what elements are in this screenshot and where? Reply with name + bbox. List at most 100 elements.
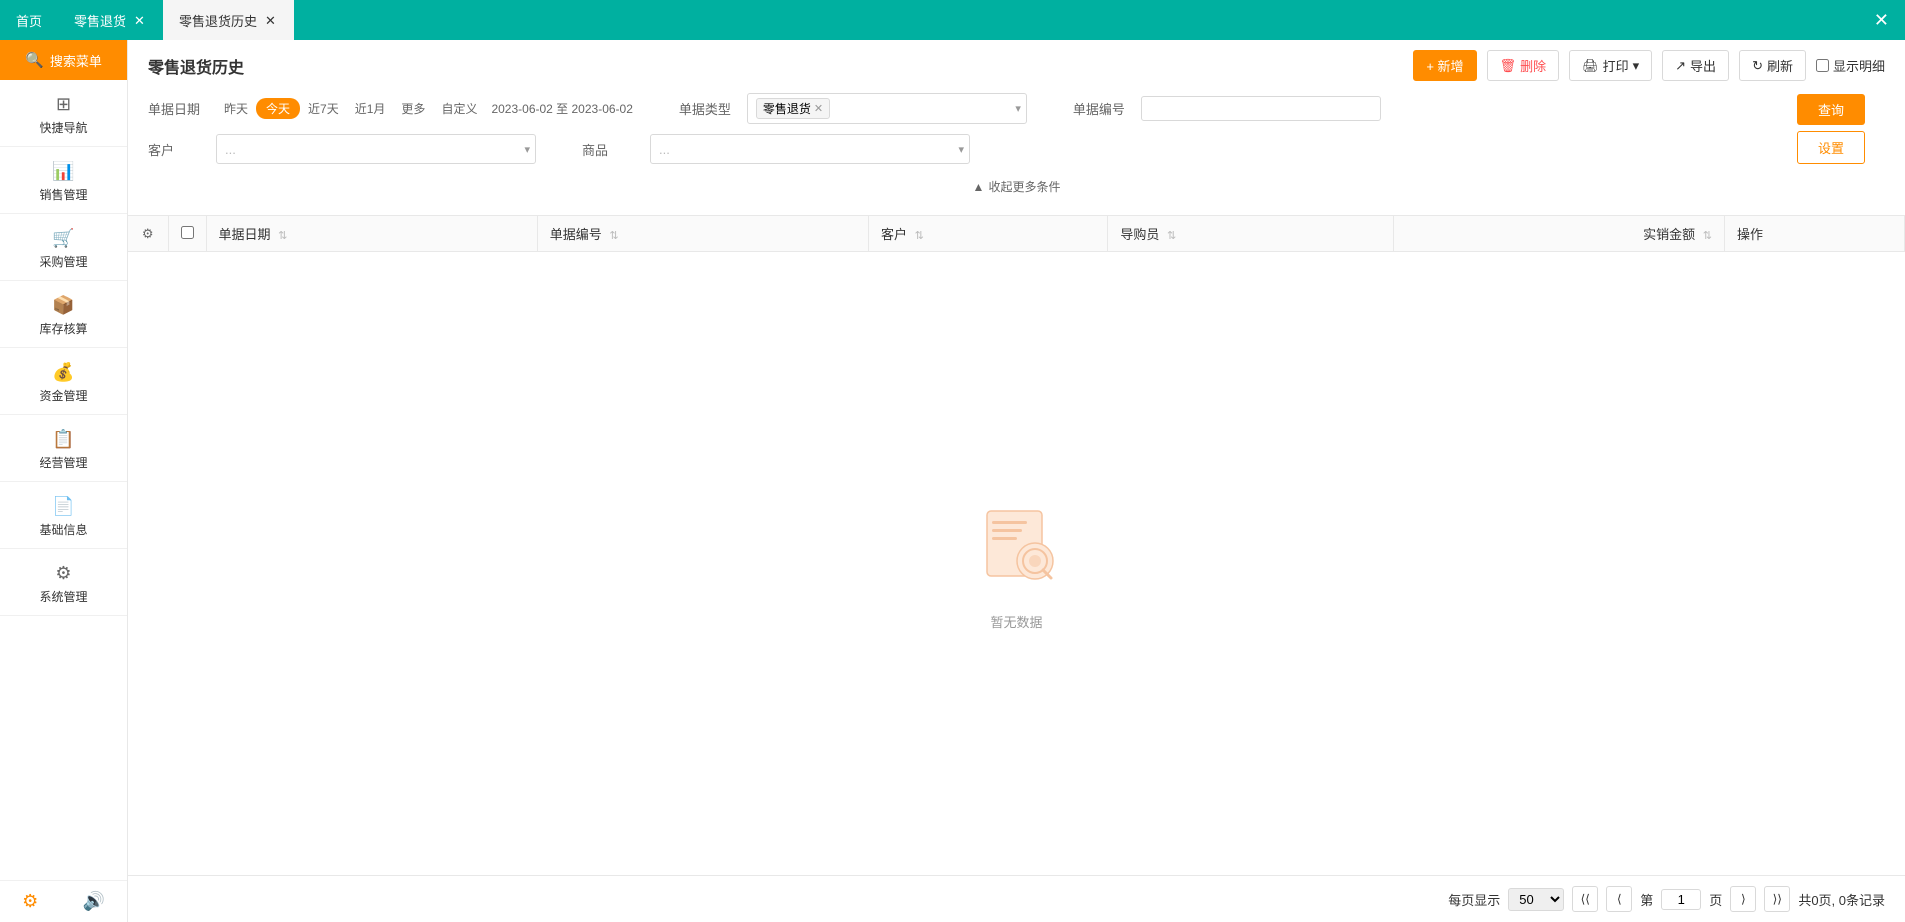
tab-retail-return-history-close[interactable]: ✕: [263, 14, 278, 27]
basic-info-icon: 📄: [52, 496, 74, 517]
sidebar-item-sys-mgmt[interactable]: ⚙ 系统管理: [0, 549, 127, 616]
print-button[interactable]: 🖨 打印 ▾: [1569, 50, 1652, 81]
date-btn-7days[interactable]: 近7天: [300, 98, 347, 119]
sort-amount-icon[interactable]: ⇅: [1703, 230, 1712, 242]
type-label: 单据类型: [679, 99, 739, 118]
th-date: 单据日期 ⇅: [206, 216, 537, 252]
sidebar-item-ops[interactable]: 📋 经营管理: [0, 415, 127, 482]
volume-btn[interactable]: 🔊: [82, 891, 104, 912]
sys-icon: ⚙: [55, 563, 71, 584]
sidebar-item-sales-mgmt[interactable]: 📊 销售管理: [0, 147, 127, 214]
content-area: 零售退货历史 + 新增 🗑 删除 🖨 打印 ▾ ↗: [128, 40, 1905, 922]
date-btn-today[interactable]: 今天: [256, 98, 300, 119]
empty-icon: [967, 496, 1067, 596]
date-range-display: 2023-06-02 至 2023-06-02: [491, 100, 632, 117]
tab-retail-return-label: 零售退货: [74, 11, 126, 30]
pagination-bar: 每页显示 50 20 100 ⟨⟨ ⟨ 第 页 ⟩ ⟩⟩ 共0页, 0条记录: [128, 875, 1905, 922]
page-input[interactable]: [1661, 889, 1701, 910]
next-page-btn[interactable]: ⟩: [1730, 886, 1756, 912]
filter-row-1: 单据日期 昨天 今天 近7天 近1月 更多 自定义 2023-06-02 至 2…: [148, 93, 1885, 124]
settings-bottom-btn[interactable]: ⚙: [22, 891, 38, 912]
delete-button[interactable]: 🗑 删除: [1487, 50, 1560, 81]
sidebar-item-ops-label: 经营管理: [39, 454, 87, 471]
sidebar-item-basic-info[interactable]: 📄 基础信息: [0, 482, 127, 549]
number-label: 单据编号: [1073, 99, 1133, 118]
date-filter: 昨天 今天 近7天 近1月 更多 自定义 2023-06-02 至 2023-0…: [216, 98, 633, 119]
query-button[interactable]: 查询: [1797, 94, 1865, 125]
main-layout: 🔍 搜索菜单 ⊞ 快捷导航 📊 销售管理 🛒 采购管理 📦 库存核算 💰 资金管…: [0, 40, 1905, 922]
date-btn-custom[interactable]: 自定义: [433, 98, 485, 119]
tab-retail-return-history[interactable]: 零售退货历史 ✕: [163, 0, 294, 40]
sales-icon: 📊: [52, 161, 74, 182]
page-header: 零售退货历史 + 新增 🗑 删除 🖨 打印 ▾ ↗: [128, 40, 1905, 216]
customer-label: 客户: [148, 140, 208, 159]
total-label: 共0页, 0条记录: [1798, 890, 1885, 909]
refresh-button[interactable]: ↻ 刷新: [1739, 50, 1806, 81]
type-tag-close[interactable]: ✕: [814, 102, 823, 115]
show-detail-toggle[interactable]: 显示明细: [1816, 56, 1885, 75]
tab-retail-return-close[interactable]: ✕: [132, 14, 147, 27]
table-settings-icon[interactable]: ⚙: [142, 226, 154, 241]
sidebar-bottom: ⚙ 🔊: [0, 880, 127, 922]
sort-number-icon[interactable]: ⇅: [609, 230, 618, 242]
empty-state: 暂无数据: [128, 252, 1905, 875]
sidebar-item-purchase-mgmt[interactable]: 🛒 采购管理: [0, 214, 127, 281]
page-header-inner: 零售退货历史 + 新增 🗑 删除 🖨 打印 ▾ ↗: [148, 50, 1885, 215]
data-table: ⚙ 单据日期 ⇅ 单据编号 ⇅: [128, 216, 1905, 252]
purchase-icon: 🛒: [52, 228, 74, 249]
goods-select[interactable]: ...: [650, 134, 970, 164]
sidebar-item-sys-label: 系统管理: [39, 588, 87, 605]
sidebar-item-finance[interactable]: 💰 资金管理: [0, 348, 127, 415]
finance-icon: 💰: [52, 362, 74, 383]
customer-select[interactable]: ...: [216, 134, 536, 164]
settings-button[interactable]: 设置: [1797, 131, 1865, 164]
type-tag: 零售退货 ✕: [756, 98, 830, 119]
tab-list: 首页 零售退货 ✕ 零售退货历史 ✕: [0, 0, 1858, 40]
window-close-btn[interactable]: ✕: [1858, 10, 1905, 31]
tab-retail-return[interactable]: 零售退货 ✕: [58, 0, 163, 40]
last-page-btn[interactable]: ⟩⟩: [1764, 886, 1790, 912]
export-button[interactable]: ↗ 导出: [1662, 50, 1729, 81]
sort-customer-icon[interactable]: ⇅: [915, 230, 924, 242]
customer-select-wrapper: ... ▾: [216, 134, 536, 164]
collapse-icon: ▲: [973, 180, 985, 194]
sidebar: 🔍 搜索菜单 ⊞ 快捷导航 📊 销售管理 🛒 采购管理 📦 库存核算 💰 资金管…: [0, 40, 128, 922]
prev-page-btn[interactable]: ⟨: [1606, 886, 1632, 912]
date-btn-1month[interactable]: 近1月: [347, 98, 394, 119]
print-icon: 🖨: [1582, 58, 1599, 74]
show-detail-checkbox[interactable]: [1816, 59, 1829, 72]
table-header: ⚙ 单据日期 ⇅ 单据编号 ⇅: [128, 216, 1905, 252]
first-page-btn[interactable]: ⟨⟨: [1572, 886, 1598, 912]
sidebar-item-quick-nav-label: 快捷导航: [39, 119, 87, 136]
type-select[interactable]: 零售退货 ✕: [747, 93, 1027, 124]
delete-icon: 🗑: [1500, 58, 1517, 74]
sidebar-search[interactable]: 🔍 搜索菜单: [0, 40, 127, 80]
tab-retail-return-history-label: 零售退货历史: [179, 11, 257, 30]
sort-guide-icon[interactable]: ⇅: [1167, 230, 1176, 242]
tab-home-label: 首页: [16, 11, 42, 30]
th-guide: 导购员 ⇅: [1108, 216, 1393, 252]
ops-icon: 📋: [52, 429, 74, 450]
sidebar-item-quick-nav[interactable]: ⊞ 快捷导航: [0, 80, 127, 147]
sidebar-item-inventory-label: 库存核算: [39, 320, 87, 337]
select-all-checkbox[interactable]: [181, 226, 194, 239]
page-label: 第: [1640, 890, 1653, 909]
filter-area: 单据日期 昨天 今天 近7天 近1月 更多 自定义 2023-06-02 至 2…: [148, 93, 1885, 215]
sidebar-item-finance-label: 资金管理: [39, 387, 87, 404]
number-input[interactable]: [1141, 96, 1381, 121]
query-settings-col: 查询 设置: [1797, 94, 1865, 164]
date-btn-yesterday[interactable]: 昨天: [216, 98, 256, 119]
page-size-select[interactable]: 50 20 100: [1508, 888, 1564, 911]
collapse-btn[interactable]: ▲ 收起更多条件: [148, 174, 1885, 203]
refresh-icon: ↻: [1752, 58, 1763, 74]
sort-date-icon[interactable]: ⇅: [278, 230, 287, 242]
number-filter-item: 单据编号: [1073, 96, 1381, 121]
date-label: 单据日期: [148, 99, 208, 118]
page-title-row: 零售退货历史 + 新增 🗑 删除 🖨 打印 ▾ ↗: [148, 50, 1885, 81]
type-select-wrapper: 零售退货 ✕ ▾: [747, 93, 1027, 124]
goods-filter-item: 商品 ... ▾: [582, 134, 970, 164]
add-button[interactable]: + 新增: [1413, 50, 1476, 81]
sidebar-item-inventory[interactable]: 📦 库存核算: [0, 281, 127, 348]
tab-home[interactable]: 首页: [0, 0, 58, 40]
date-btn-more[interactable]: 更多: [393, 98, 433, 119]
